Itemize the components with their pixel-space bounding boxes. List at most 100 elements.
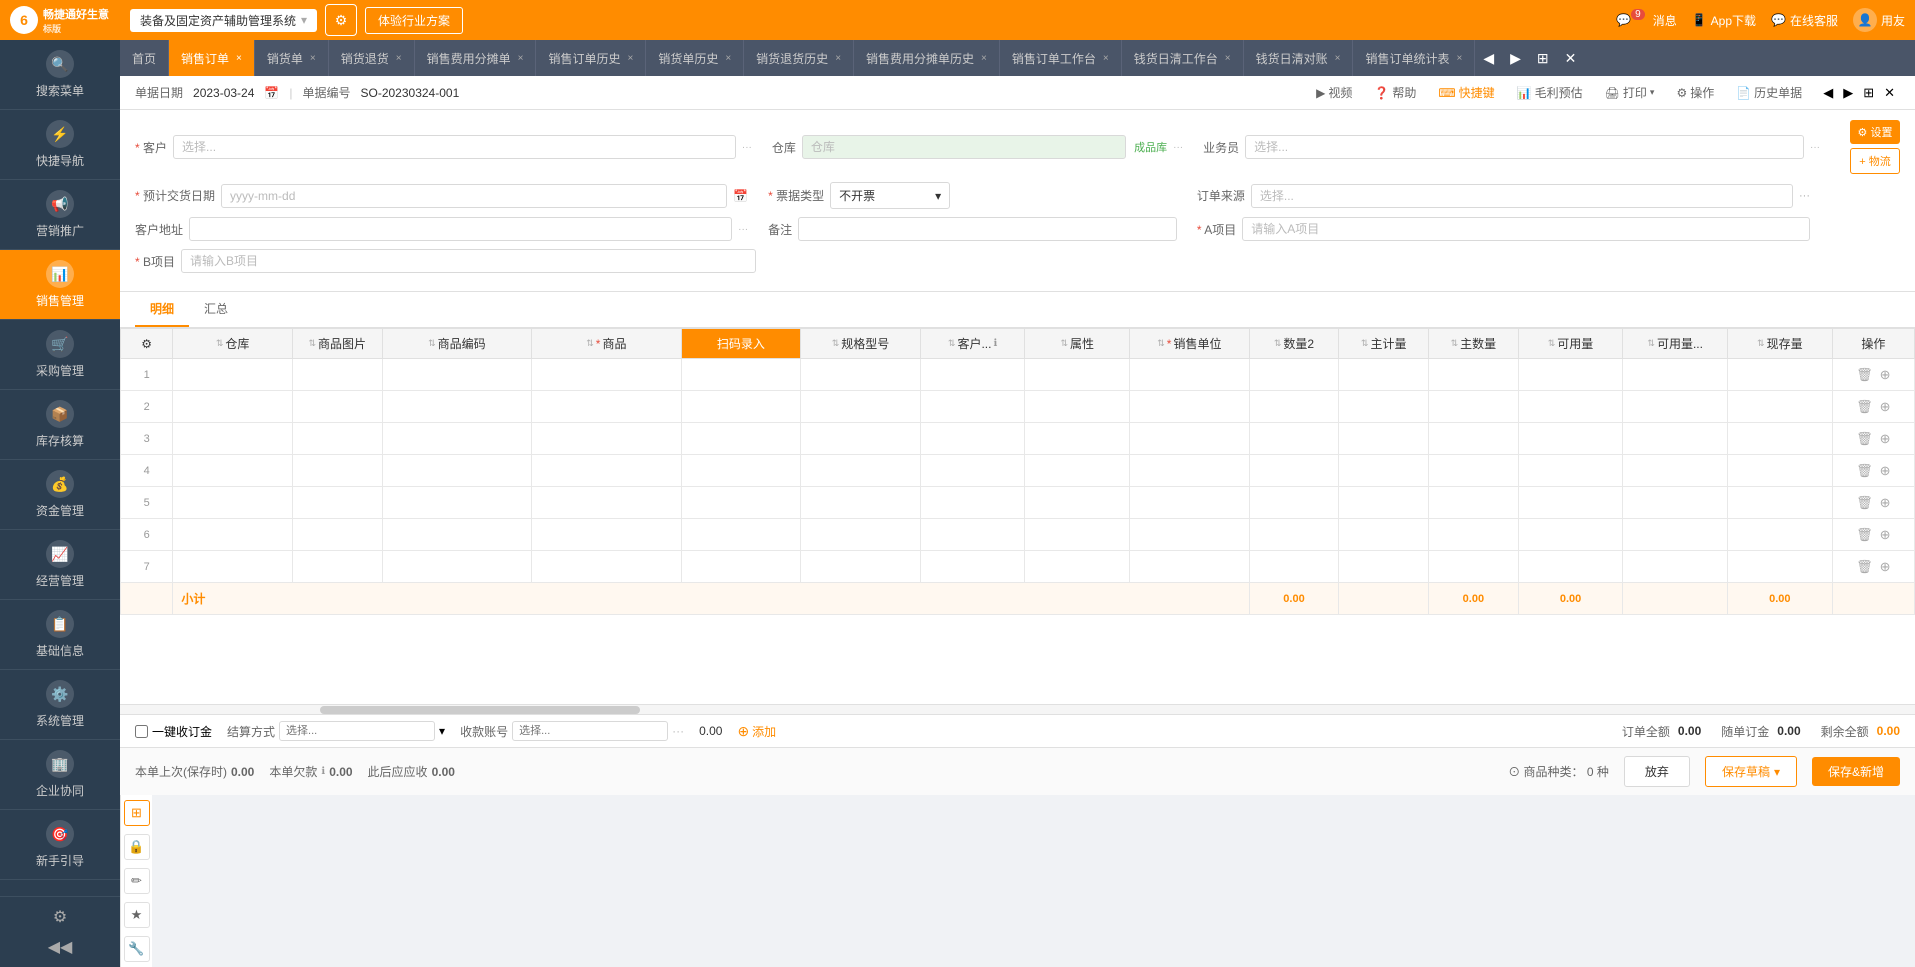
copy-icon-5[interactable]: ⊕	[1880, 495, 1891, 510]
right-panel-btn-edit[interactable]: ✏	[124, 868, 150, 894]
th-customer-code[interactable]: ⇅客户...ℹ	[920, 329, 1025, 359]
sidebar-item-base[interactable]: 📋 基础信息	[0, 600, 120, 670]
th-warehouse[interactable]: ⇅仓库	[173, 329, 293, 359]
profit-btn[interactable]: 📊 毛利预估	[1511, 82, 1589, 103]
th-main-unit[interactable]: ⇅主计量	[1339, 329, 1429, 359]
tab-detail[interactable]: 明细	[135, 292, 189, 327]
tab-sales-order[interactable]: 销售订单 ×	[169, 40, 255, 76]
row-2-attr[interactable]	[1025, 391, 1130, 423]
th-code[interactable]: ⇅商品编码	[382, 329, 532, 359]
row-2-warehouse[interactable]	[173, 391, 293, 423]
row-1-img[interactable]	[292, 359, 382, 391]
row-1-product[interactable]	[532, 359, 682, 391]
save-draft-button[interactable]: 保存草稿 ▾	[1705, 756, 1797, 787]
tab-daily-account[interactable]: 钱货日清对账 ×	[1244, 40, 1354, 76]
row-1-scan[interactable]	[681, 359, 801, 391]
delete-icon-7[interactable]: 🗑	[1856, 559, 1873, 574]
nav-prev-icon[interactable]: ◀	[1818, 83, 1838, 103]
note-input[interactable]	[798, 217, 1177, 241]
row-2-avail[interactable]	[1518, 391, 1623, 423]
th-avail2[interactable]: ⇅可用量...	[1623, 329, 1728, 359]
delete-icon-5[interactable]: 🗑	[1856, 495, 1873, 510]
ops-btn[interactable]: ⚙ 操作	[1670, 82, 1720, 103]
sidebar-item-system[interactable]: ⚙️ 系统管理	[0, 670, 120, 740]
tab-order-history[interactable]: 销售订单历史 ×	[536, 40, 646, 76]
tab-grid-btn[interactable]: ⊞	[1529, 40, 1557, 76]
th-qty2[interactable]: ⇅数量2	[1249, 329, 1339, 359]
delivery-input[interactable]	[221, 184, 727, 208]
sidebar-item-sales[interactable]: 📊 销售管理	[0, 250, 120, 320]
copy-icon-3[interactable]: ⊕	[1880, 431, 1891, 446]
th-stock[interactable]: ⇅现存量	[1728, 329, 1833, 359]
row-2-product[interactable]	[532, 391, 682, 423]
tab-sales-invoice-close[interactable]: ×	[310, 53, 316, 64]
th-spec[interactable]: ⇅规格型号	[801, 329, 921, 359]
tab-daily-workbench-close[interactable]: ×	[1225, 53, 1231, 64]
tab-invoice-history-close[interactable]: ×	[725, 53, 731, 64]
discard-button[interactable]: 放弃	[1624, 756, 1690, 787]
tab-sales-return[interactable]: 销货退货 ×	[329, 40, 415, 76]
settings-bottom-icon[interactable]: ⚙	[53, 907, 67, 927]
account-dots[interactable]: ···	[672, 724, 684, 738]
right-panel-btn-tool[interactable]: 🔧	[124, 936, 150, 962]
settings-icon[interactable]: ⚙	[325, 4, 357, 36]
sidebar-item-operations[interactable]: 📈 经营管理	[0, 530, 120, 600]
row-2-spec[interactable]	[801, 391, 921, 423]
row-2-stock[interactable]	[1728, 391, 1833, 423]
tab-order-stats[interactable]: 销售订单统计表 ×	[1353, 40, 1475, 76]
tab-expense-close[interactable]: ×	[518, 53, 524, 64]
print-btn[interactable]: 🖨 打印 ▾	[1599, 82, 1661, 103]
row-2-main-qty[interactable]	[1429, 391, 1519, 423]
delete-icon-1[interactable]: 🗑	[1856, 367, 1873, 382]
collapse-icon[interactable]: ◀◀	[48, 937, 73, 957]
address-dots[interactable]: ···	[738, 224, 748, 235]
tab-sales-invoice[interactable]: 销货单 ×	[255, 40, 329, 76]
copy-icon-1[interactable]: ⊕	[1880, 367, 1891, 382]
sidebar-item-enterprise[interactable]: 🏢 企业协同	[0, 740, 120, 810]
row-1-avail[interactable]	[1518, 359, 1623, 391]
delete-icon-3[interactable]: 🗑	[1856, 431, 1873, 446]
th-main-qty[interactable]: ⇅主数量	[1429, 329, 1519, 359]
account-input[interactable]	[512, 721, 668, 741]
app-download-btn[interactable]: 📱 App下载	[1692, 12, 1756, 29]
view-btn[interactable]: ▶ 视频	[1310, 82, 1358, 103]
sidebar-item-marketing[interactable]: 📢 营销推广	[0, 180, 120, 250]
history-btn[interactable]: 📄 历史单据	[1730, 82, 1808, 103]
right-panel-btn-lock[interactable]: 🔒	[124, 834, 150, 860]
payment-input[interactable]	[279, 721, 435, 741]
save-new-button[interactable]: 保存&新增	[1812, 757, 1900, 786]
tab-order-workbench[interactable]: 销售订单工作台 ×	[1000, 40, 1122, 76]
table-area[interactable]: ⚙ ⇅仓库 ⇅商品图片 ⇅商品编码	[120, 328, 1915, 704]
tab-daily-account-close[interactable]: ×	[1335, 53, 1341, 64]
calendar2-icon[interactable]: 📅	[733, 189, 748, 203]
system-name-box[interactable]: 装备及固定资产辅助管理系统 ▾	[130, 9, 317, 32]
tab-next-btn[interactable]: ▶	[1502, 40, 1529, 76]
tab-expense[interactable]: 销售费用分摊单 ×	[415, 40, 537, 76]
row-2-img[interactable]	[292, 391, 382, 423]
scroll-bar-area[interactable]	[120, 704, 1915, 714]
tab-sales-order-close[interactable]: ×	[236, 53, 242, 64]
row-1-customer[interactable]	[920, 359, 1025, 391]
row-2-avail2[interactable]	[1623, 391, 1728, 423]
settings-float-btn[interactable]: ⚙ 设置	[1850, 120, 1900, 144]
row-2-customer[interactable]	[920, 391, 1025, 423]
copy-icon-6[interactable]: ⊕	[1880, 527, 1891, 542]
add-btn[interactable]: ⊕ 添加	[737, 723, 776, 740]
solution-button[interactable]: 体验行业方案	[365, 7, 463, 34]
th-scan[interactable]: 扫码录入	[681, 329, 801, 359]
right-panel-btn-star[interactable]: ★	[124, 902, 150, 928]
sidebar-item-purchase[interactable]: 🛒 采购管理	[0, 320, 120, 390]
calendar-icon[interactable]: 📅	[264, 86, 279, 100]
online-support-btn[interactable]: 💬 在线客服	[1771, 12, 1838, 29]
tab-expense-history-close[interactable]: ×	[981, 53, 987, 64]
message-btn[interactable]: 💬 9 消息	[1616, 12, 1677, 29]
scroll-thumb[interactable]	[320, 706, 640, 714]
order-source-input[interactable]	[1251, 184, 1793, 208]
staff-input[interactable]	[1245, 135, 1804, 159]
row-2-qty2[interactable]	[1249, 391, 1339, 423]
row-1-spec[interactable]	[801, 359, 921, 391]
customer-input[interactable]	[173, 135, 736, 159]
b-project-input[interactable]	[181, 249, 756, 273]
sidebar-item-finance[interactable]: 💰 资金管理	[0, 460, 120, 530]
copy-icon-4[interactable]: ⊕	[1880, 463, 1891, 478]
